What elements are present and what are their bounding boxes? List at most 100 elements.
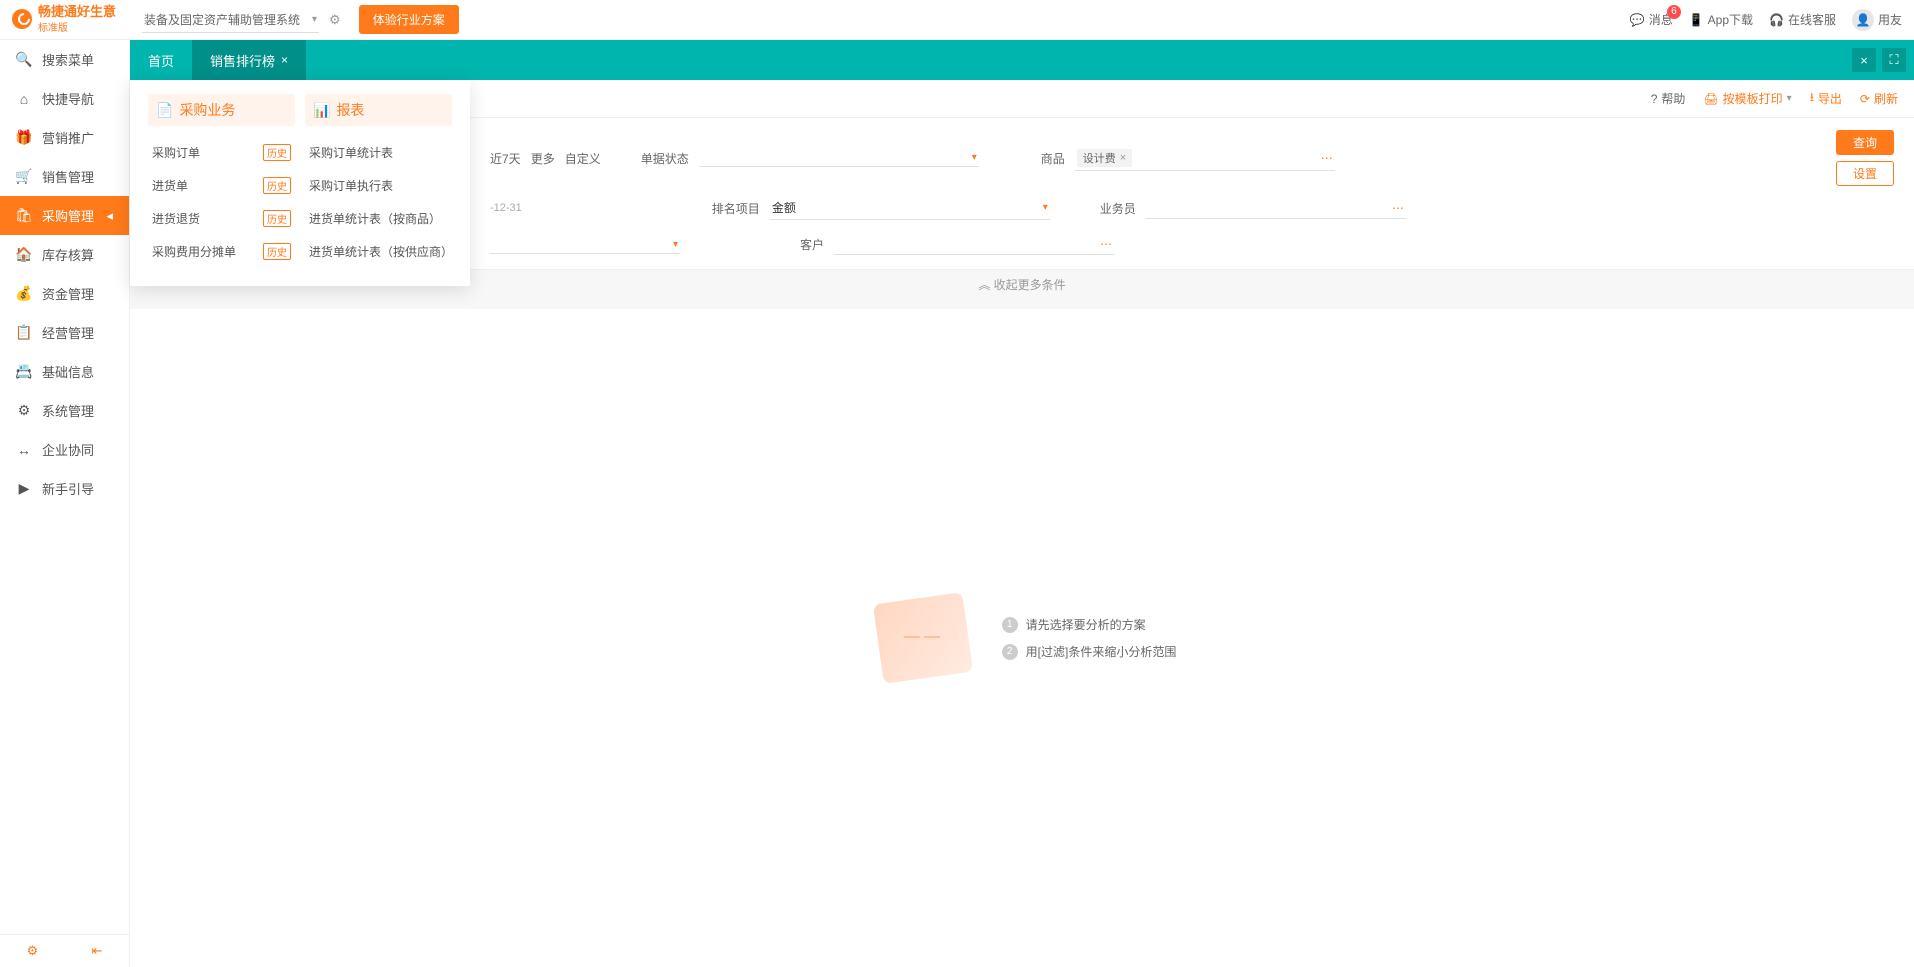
tab-sales-ranking[interactable]: 销售排行榜 × — [192, 40, 306, 80]
submenu-item[interactable]: 进货单统计表（按商品） — [305, 202, 452, 235]
online-service-link[interactable]: 🎧 在线客服 — [1769, 11, 1836, 28]
sidebar-item-funds[interactable]: 💰资金管理 — [0, 274, 129, 313]
purchase-submenu: 📄采购业务 采购订单历史 进货单历史 进货退货历史 采购费用分摊单历史 📊报表 … — [130, 80, 470, 286]
staff-input[interactable]: ⋯ — [1146, 198, 1406, 219]
submenu-item[interactable]: 采购订单统计表 — [305, 136, 452, 169]
home-icon: ⌂ — [16, 91, 32, 107]
sidebar-item-purchase[interactable]: 🛍采购管理◂ — [0, 196, 129, 235]
sidebar-item-inventory[interactable]: 🏠库存核算 — [0, 235, 129, 274]
chevron-down-icon: ▾ — [312, 14, 317, 25]
refresh-icon: ⟳ — [1860, 92, 1870, 106]
more-icon[interactable]: ⋯ — [1392, 201, 1404, 215]
sidebar-item-label: 快捷导航 — [42, 89, 94, 108]
sidebar-item-quicknav[interactable]: ⌂ 快捷导航 — [0, 79, 129, 118]
chevron-down-icon: ▾ — [972, 152, 977, 163]
date-range-options: 近7天 更多 自定义 — [490, 150, 601, 167]
export-button[interactable]: ⭳导出 — [1810, 88, 1842, 109]
sidebar-item-baseinfo[interactable]: 📇基础信息 — [0, 352, 129, 391]
submenu-item[interactable]: 采购费用分摊单历史 — [148, 235, 295, 268]
gear-icon: ⚙ — [16, 403, 32, 419]
messages-link[interactable]: 💬 消息 6 — [1630, 11, 1673, 28]
message-badge: 6 — [1667, 5, 1681, 19]
tag-close-icon[interactable]: × — [1120, 152, 1126, 164]
date-more[interactable]: 更多 — [531, 150, 555, 167]
submenu-item[interactable]: 进货单统计表（按供应商） — [305, 235, 452, 268]
report-icon: 📊 — [313, 102, 330, 119]
close-icon[interactable]: × — [281, 53, 288, 67]
submenu-item[interactable]: 进货退货历史 — [148, 202, 295, 235]
export-icon: ⭳ — [1810, 88, 1814, 109]
settings-icon[interactable]: ⚙ — [27, 943, 39, 959]
customer-input[interactable]: ⋯ — [834, 234, 1114, 255]
gear-icon[interactable]: ⚙ — [329, 12, 341, 28]
step-2-text: 用[过滤]条件来缩小分析范围 — [1026, 643, 1177, 660]
product-tag: 设计费× — [1077, 149, 1132, 167]
query-button[interactable]: 查询 — [1836, 130, 1894, 155]
help-button[interactable]: ?帮助 — [1651, 90, 1686, 107]
sidebar-item-business[interactable]: 📋经营管理 — [0, 313, 129, 352]
sidebar-item-guide[interactable]: ▶ 新手引导 — [0, 469, 129, 508]
help-icon: ? — [1651, 92, 1658, 106]
print-icon: 🖨 — [1703, 92, 1718, 106]
try-industry-button[interactable]: 体验行业方案 — [359, 5, 459, 34]
more-icon[interactable]: ⋯ — [1321, 151, 1333, 165]
sidebar-item-system[interactable]: ⚙ 系统管理 — [0, 391, 129, 430]
collapse-sidebar-icon[interactable]: ⇤ — [91, 943, 102, 959]
customer-label: 客户 — [778, 236, 824, 253]
fullscreen-icon[interactable]: ⛶ — [1882, 48, 1906, 72]
sidebar-item-label: 企业协同 — [42, 440, 94, 459]
product-label: 商品 — [1019, 150, 1065, 167]
sidebar-item-label: 经营管理 — [42, 323, 94, 342]
logo-subtext: 标准版 — [38, 19, 116, 34]
more-icon[interactable]: ⋯ — [1100, 237, 1112, 251]
sidebar-item-sales[interactable]: 🛒销售管理 — [0, 157, 129, 196]
play-icon: ▶ — [16, 481, 32, 497]
close-tabs-icon[interactable]: × — [1852, 48, 1876, 72]
setting-button[interactable]: 设置 — [1836, 161, 1894, 186]
chat-icon: 💬 — [1630, 13, 1645, 27]
gift-icon: 🎁 — [16, 130, 32, 146]
app-download-link[interactable]: 📱 App下载 — [1689, 11, 1753, 28]
extra-select[interactable]: ▾ — [490, 236, 680, 254]
header: 畅捷通好生意 标准版 装备及固定资产辅助管理系统 ▾ ⚙ 体验行业方案 💬 消息… — [0, 0, 1914, 40]
sidebar-item-label: 新手引导 — [42, 479, 94, 498]
chevron-left-icon: ◂ — [106, 208, 113, 224]
history-tag[interactable]: 历史 — [263, 210, 291, 227]
rank-label: 排名项目 — [712, 200, 760, 217]
sidebar-item-search[interactable]: 🔍搜索菜单 — [0, 40, 129, 79]
submenu-head-business: 📄采购业务 — [148, 94, 295, 126]
rank-select[interactable]: 金额▾ — [770, 196, 1050, 220]
step-1-text: 请先选择要分析的方案 — [1026, 616, 1146, 633]
refresh-button[interactable]: ⟳刷新 — [1860, 90, 1898, 107]
sidebar: 🔍搜索菜单 ⌂ 快捷导航 🎁 营销推广 🛒销售管理 🛍采购管理◂ 🏠库存核算 💰资金… — [0, 40, 130, 967]
submenu-item[interactable]: 采购订单执行表 — [305, 169, 452, 202]
submenu-item[interactable]: 进货单历史 — [148, 169, 295, 202]
sidebar-item-label: 营销推广 — [42, 128, 94, 147]
money-icon: 💰 — [16, 286, 32, 302]
product-input[interactable]: 设计费× ⋯ — [1075, 146, 1335, 171]
empty-illustration — [868, 588, 978, 688]
headset-icon: 🎧 — [1769, 13, 1784, 27]
print-button[interactable]: 🖨按模板打印▾ — [1703, 90, 1791, 107]
date-near7[interactable]: 近7天 — [490, 150, 521, 167]
submenu-head-reports: 📊报表 — [305, 94, 452, 126]
user-menu[interactable]: 👤 用友 — [1852, 9, 1902, 31]
submenu-item[interactable]: 采购订单历史 — [148, 136, 295, 169]
date-custom[interactable]: 自定义 — [565, 150, 601, 167]
sidebar-footer: ⚙ ⇤ — [0, 934, 129, 967]
warehouse-icon: 🏠 — [16, 247, 32, 263]
history-tag[interactable]: 历史 — [263, 243, 291, 260]
step-2-badge: 2 — [1002, 644, 1018, 660]
chevron-down-icon: ▾ — [1043, 202, 1048, 213]
tab-home[interactable]: 首页 — [130, 40, 192, 80]
order-status-select[interactable]: ▾ — [699, 149, 979, 167]
sidebar-item-label: 系统管理 — [42, 401, 94, 420]
search-icon: 🔍 — [16, 52, 32, 68]
history-tag[interactable]: 历史 — [263, 144, 291, 161]
system-selector[interactable]: 装备及固定资产辅助管理系统 ▾ — [142, 7, 319, 33]
sidebar-item-collab[interactable]: ↔企业协同 — [0, 430, 129, 469]
sidebar-item-marketing[interactable]: 🎁 营销推广 — [0, 118, 129, 157]
bag-icon: 🛍 — [16, 208, 32, 224]
history-tag[interactable]: 历史 — [263, 177, 291, 194]
content-area: 1请先选择要分析的方案 2用[过滤]条件来缩小分析范围 — [130, 309, 1914, 967]
